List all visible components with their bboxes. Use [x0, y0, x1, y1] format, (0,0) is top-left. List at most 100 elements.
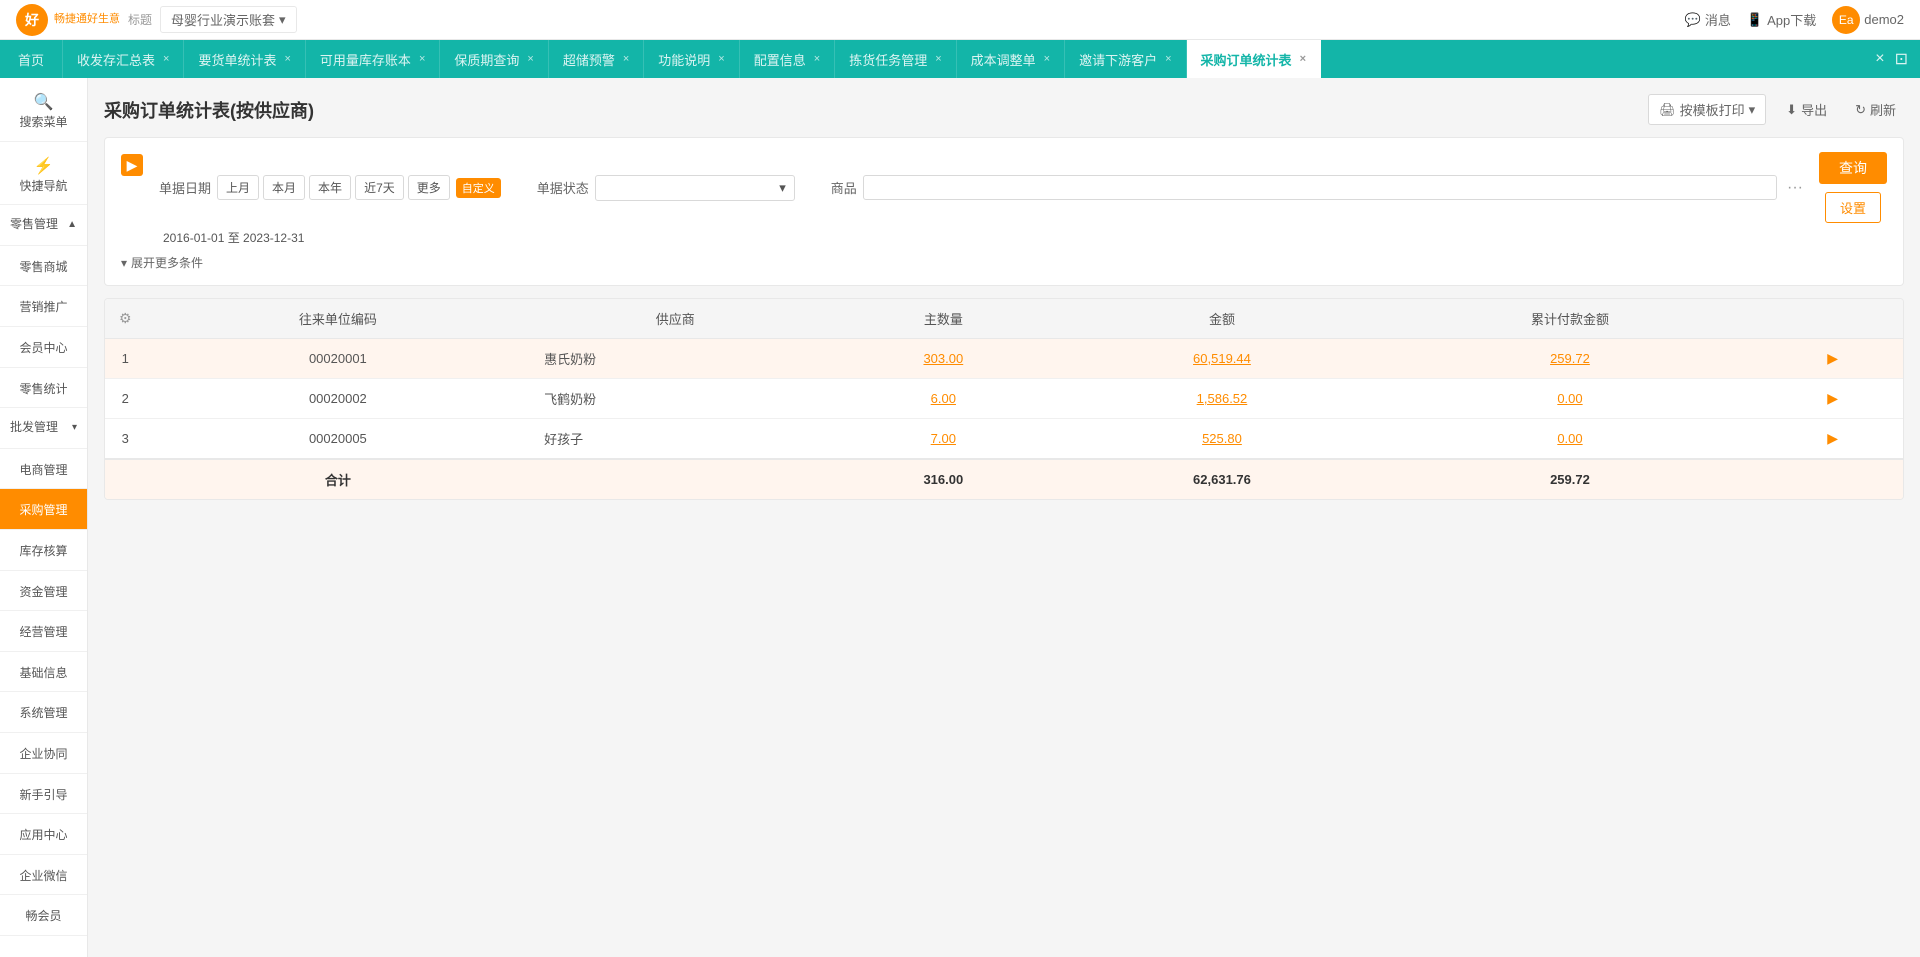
nav-tabs: 首页 收发存汇总表 × 要货单统计表 × 可用量库存账本 × 保质期查询 × 超… — [0, 40, 1920, 78]
table-footer-row: 合计 316.00 62,631.76 259.72 — [105, 459, 1903, 499]
export-icon: ⬇ — [1786, 102, 1797, 118]
user-area[interactable]: Ea demo2 — [1832, 6, 1904, 34]
tab-8-close[interactable]: × — [935, 53, 941, 65]
expand-more-btn[interactable]: ▾ 展开更多条件 — [121, 254, 1887, 271]
tab-8[interactable]: 拣货任务管理 × — [835, 40, 956, 78]
tab-7-close[interactable]: × — [814, 53, 820, 65]
app-download-btn[interactable]: 📱 App下载 — [1747, 10, 1816, 29]
tab-4-close[interactable]: × — [527, 53, 533, 65]
print-button[interactable]: 🖨 按模板打印 ▾ — [1648, 94, 1766, 125]
sidebar-item-inventory[interactable]: 库存核算 — [0, 530, 87, 571]
date-btn-7days[interactable]: 近7天 — [355, 175, 404, 200]
tab-9-close[interactable]: × — [1044, 53, 1050, 65]
row-qty[interactable]: 7.00 — [820, 419, 1066, 460]
sidebar-item-wechat[interactable]: 企业微信 — [0, 855, 87, 896]
sidebar-item-retail-mall[interactable]: 零售商城 — [0, 246, 87, 287]
sidebar-item-vip[interactable]: 畅会员 — [0, 895, 87, 936]
search-button[interactable]: 查询 — [1819, 152, 1887, 184]
date-btn-more[interactable]: 更多 — [408, 175, 450, 200]
row-amount[interactable]: 1,586.52 — [1066, 379, 1377, 419]
tab-6-close[interactable]: × — [718, 53, 724, 65]
row-amount[interactable]: 525.80 — [1066, 419, 1377, 460]
tab-1-close[interactable]: × — [163, 53, 169, 65]
sidebar-item-member[interactable]: 会员中心 — [0, 327, 87, 368]
tab-8-label: 拣货任务管理 — [849, 50, 927, 69]
date-custom-tag[interactable]: 自定义 — [456, 178, 501, 198]
goods-input[interactable] — [863, 175, 1777, 200]
message-btn[interactable]: 💬 消息 — [1685, 10, 1731, 29]
filter-panel: ▶ 单据日期 上月 本月 本年 近7天 更多 — [104, 137, 1904, 286]
tab-1[interactable]: 收发存汇总表 × — [63, 40, 184, 78]
footer-paid: 259.72 — [1378, 459, 1763, 499]
sidebar-item-retail[interactable]: 零售管理 ▲ — [0, 205, 87, 246]
tab-4-label: 保质期查询 — [454, 50, 519, 69]
row-qty[interactable]: 303.00 — [820, 339, 1066, 379]
home-label: 首页 — [18, 50, 44, 69]
footer-amount: 62,631.76 — [1066, 459, 1377, 499]
sidebar-item-coop[interactable]: 企业协同 — [0, 733, 87, 774]
data-table: ⚙ 往来单位编码 供应商 主数量 金额 累计付款金额 1 00020001 惠氏… — [104, 298, 1904, 500]
tab-6[interactable]: 功能说明 × — [644, 40, 739, 78]
sidebar-item-appcenter[interactable]: 应用中心 — [0, 814, 87, 855]
sidebar-marketing-label: 营销推广 — [19, 300, 67, 316]
date-btn-this-year[interactable]: 本年 — [309, 175, 351, 200]
row-qty[interactable]: 6.00 — [820, 379, 1066, 419]
row-paid[interactable]: 0.00 — [1378, 379, 1763, 419]
row-expand-icon[interactable]: ▶ — [1827, 390, 1838, 406]
row-paid[interactable]: 0.00 — [1378, 419, 1763, 460]
sidebar-system-label: 系统管理 — [19, 706, 67, 722]
sidebar-item-marketing[interactable]: 营销推广 — [0, 286, 87, 327]
tab-5-close[interactable]: × — [623, 53, 629, 65]
tab-2[interactable]: 要货单统计表 × — [184, 40, 305, 78]
sidebar-item-quicknav[interactable]: ⚡ 快捷导航 — [0, 142, 87, 206]
tab-11[interactable]: 采购订单统计表 × — [1187, 40, 1321, 78]
col-supplier: 供应商 — [530, 299, 820, 339]
close-window-btn[interactable]: × — [1875, 50, 1884, 68]
sidebar-search-label: 搜索菜单 — [19, 115, 67, 131]
sidebar-item-system[interactable]: 系统管理 — [0, 692, 87, 733]
sidebar-item-batch[interactable]: 批发管理 ▾ — [0, 408, 87, 449]
row-amount[interactable]: 60,519.44 — [1066, 339, 1377, 379]
sidebar-item-finance[interactable]: 资金管理 — [0, 571, 87, 612]
org-selector[interactable]: 母婴行业演示账套 ▾ — [160, 6, 297, 33]
sidebar-item-ops[interactable]: 经营管理 — [0, 611, 87, 652]
row-expand-icon[interactable]: ▶ — [1827, 430, 1838, 446]
printer-icon: 🖨 — [1659, 102, 1676, 118]
tab-3-close[interactable]: × — [419, 53, 425, 65]
date-btn-last-month[interactable]: 上月 — [217, 175, 259, 200]
export-button[interactable]: ⬇ 导出 — [1778, 95, 1835, 124]
sidebar-item-retail-stats[interactable]: 零售统计 — [0, 368, 87, 409]
tab-3[interactable]: 可用量库存账本 × — [306, 40, 440, 78]
content-area: 采购订单统计表(按供应商) 🖨 按模板打印 ▾ ⬇ 导出 ↻ 刷新 — [88, 78, 1920, 957]
row-expand: ▶ — [1762, 379, 1903, 419]
sidebar-item-search[interactable]: 🔍 搜索菜单 — [0, 78, 87, 142]
settings-button[interactable]: 设置 — [1825, 192, 1881, 223]
status-select[interactable]: ▾ — [595, 175, 795, 201]
sidebar-item-ecom[interactable]: 电商管理 — [0, 449, 87, 490]
sidebar-item-newbie[interactable]: 新手引导 — [0, 774, 87, 815]
sidebar-item-basic[interactable]: 基础信息 — [0, 652, 87, 693]
goods-more-icon[interactable]: ··· — [1783, 175, 1807, 201]
tab-11-close[interactable]: × — [1300, 53, 1306, 65]
row-paid[interactable]: 259.72 — [1378, 339, 1763, 379]
tab-10[interactable]: 邀请下游客户 × — [1065, 40, 1186, 78]
sidebar: 🔍 搜索菜单 ⚡ 快捷导航 零售管理 ▲ 零售商城 营销推广 会员中心 零售统计… — [0, 78, 88, 957]
tab-4[interactable]: 保质期查询 × — [440, 40, 548, 78]
tab-5[interactable]: 超储预警 × — [549, 40, 644, 78]
message-icon: 💬 — [1685, 12, 1701, 28]
refresh-button[interactable]: ↻ 刷新 — [1847, 95, 1904, 124]
tab-2-close[interactable]: × — [284, 53, 290, 65]
tab-1-label: 收发存汇总表 — [77, 50, 155, 69]
column-settings-icon[interactable]: ⚙ — [119, 310, 132, 326]
tab-7[interactable]: 配置信息 × — [740, 40, 835, 78]
filter-toggle-btn[interactable]: ▶ — [121, 154, 143, 176]
sidebar-item-purchase[interactable]: 采购管理 — [0, 489, 87, 530]
tab-home[interactable]: 首页 — [0, 40, 63, 78]
tab-9[interactable]: 成本调整单 × — [957, 40, 1065, 78]
goods-label: 商品 — [831, 178, 857, 197]
date-range-text: 2016-01-01 至 2023-12-31 — [163, 231, 304, 245]
date-btn-this-month[interactable]: 本月 — [263, 175, 305, 200]
tab-10-close[interactable]: × — [1165, 53, 1171, 65]
row-expand-icon[interactable]: ▶ — [1827, 350, 1838, 366]
maximize-btn[interactable]: ⊡ — [1895, 49, 1908, 69]
